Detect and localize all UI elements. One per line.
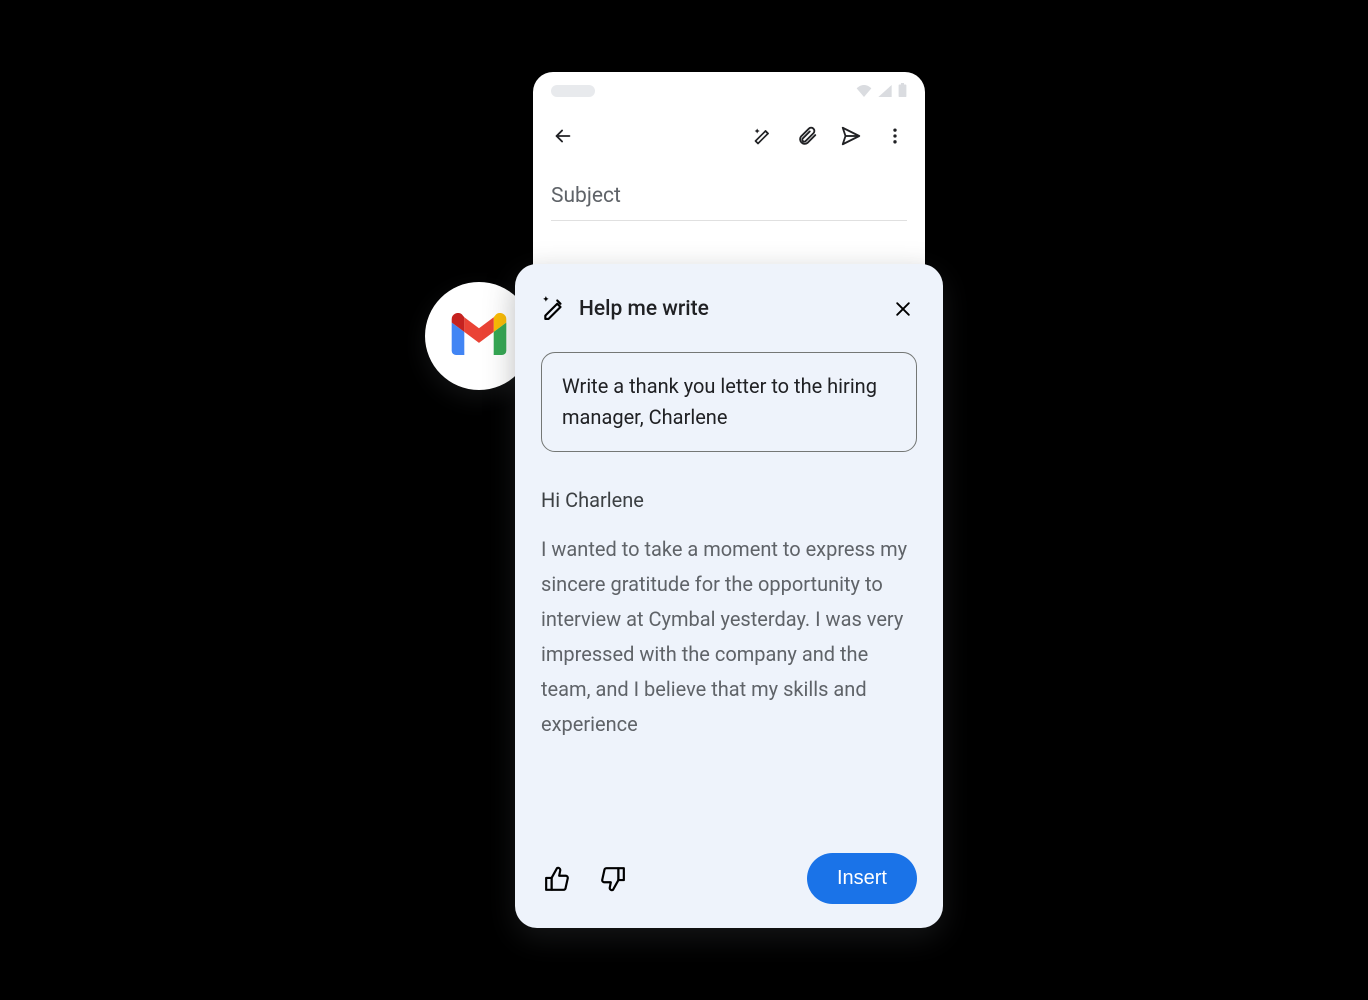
send-button[interactable] xyxy=(833,118,869,154)
gmail-icon xyxy=(451,313,507,359)
help-me-write-panel: Help me write Write a thank you letter t… xyxy=(515,264,943,928)
wifi-icon xyxy=(856,82,872,101)
generated-greeting: Hi Charlene xyxy=(541,488,917,512)
insert-button[interactable]: Insert xyxy=(807,853,917,904)
panel-title: Help me write xyxy=(579,297,877,321)
close-button[interactable] xyxy=(889,295,917,323)
phone-status-bar xyxy=(533,72,925,110)
subject-field[interactable]: Subject xyxy=(551,166,907,221)
compose-toolbar xyxy=(533,110,925,166)
generated-body: I wanted to take a moment to express my … xyxy=(541,532,917,742)
magic-write-button[interactable] xyxy=(745,118,781,154)
fade-mask xyxy=(541,747,917,837)
thumb-up-button[interactable] xyxy=(541,863,573,895)
magic-pencil-icon xyxy=(541,294,567,324)
prompt-input[interactable]: Write a thank you letter to the hiring m… xyxy=(541,352,917,452)
back-button[interactable] xyxy=(545,118,581,154)
status-pill xyxy=(551,85,595,97)
cell-signal-icon xyxy=(878,82,892,101)
battery-icon xyxy=(898,82,907,101)
generated-content: Hi Charlene I wanted to take a moment to… xyxy=(541,488,917,837)
more-button[interactable] xyxy=(877,118,913,154)
thumb-down-button[interactable] xyxy=(597,863,629,895)
attach-button[interactable] xyxy=(789,118,825,154)
